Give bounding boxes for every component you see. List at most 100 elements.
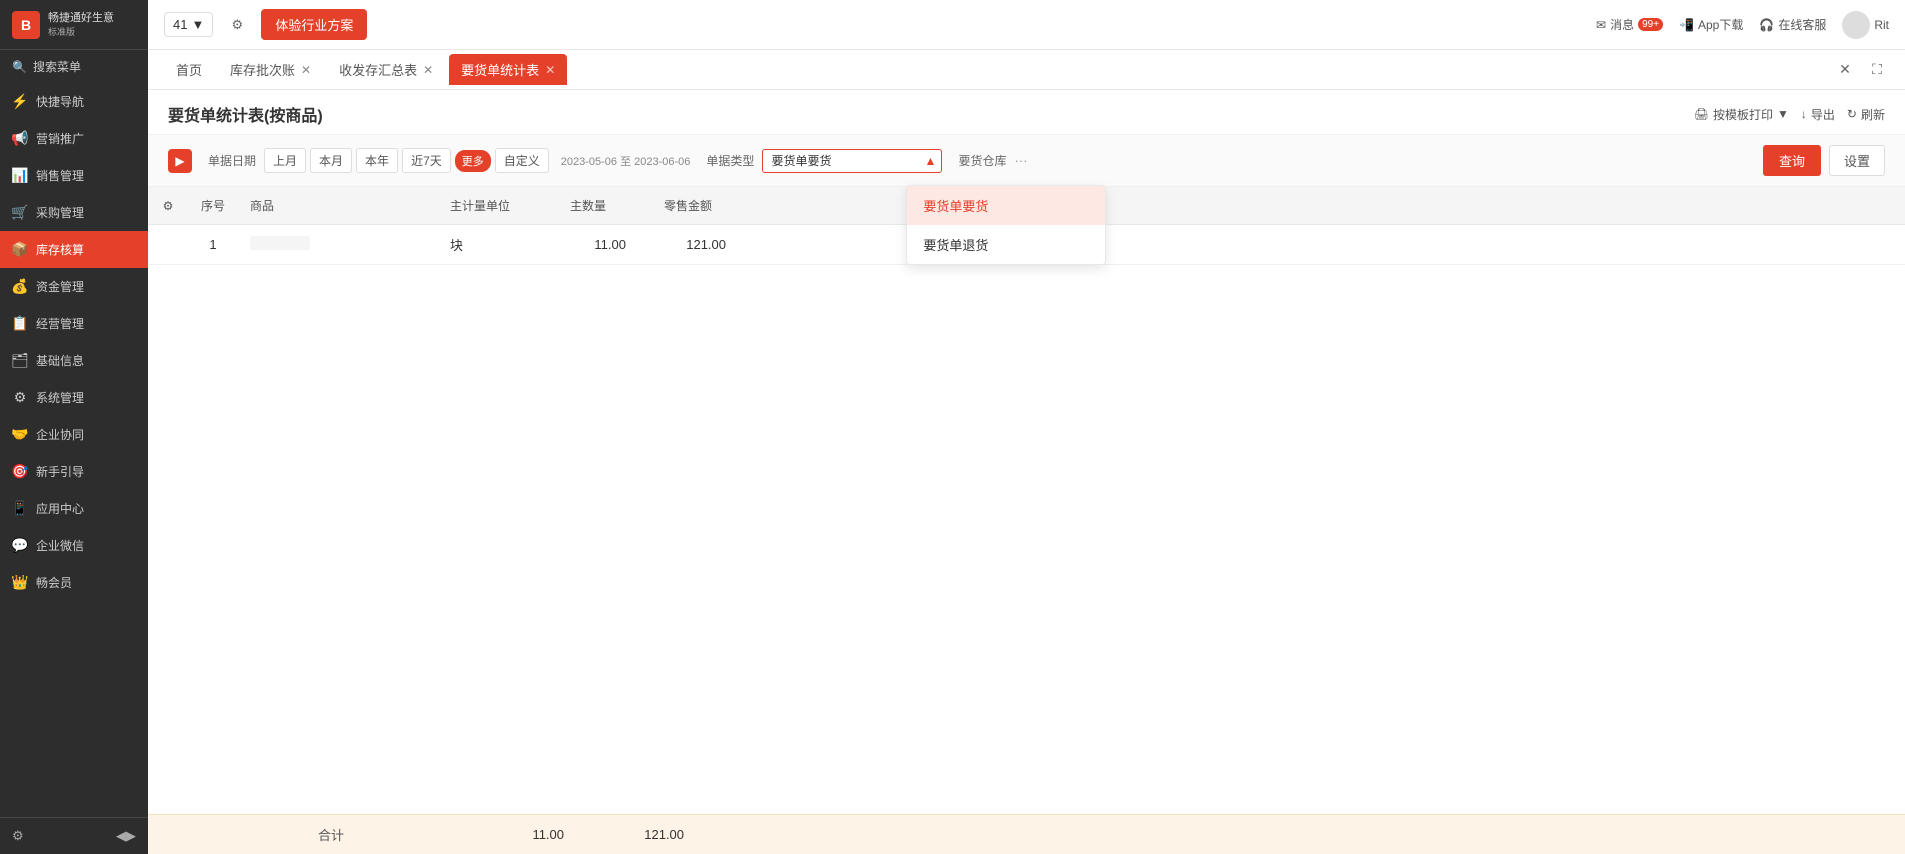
sidebar-item-wechat[interactable]: 💬 企业微信 xyxy=(0,527,148,564)
table-wrap: ⚙ 序号 商品 主计量单位 主数量 零售金额 1 xyxy=(148,187,1905,814)
print-chevron-icon: ▼ xyxy=(1777,107,1789,121)
sidebar-item-label: 新手引导 xyxy=(36,463,84,480)
sidebar-item-system[interactable]: ⚙ 系统管理 xyxy=(0,379,148,416)
date-prev-btn[interactable]: 上月 xyxy=(264,148,306,173)
tab-inventory-batch[interactable]: 库存批次账 ✕ xyxy=(218,54,323,85)
tab-close-all-icon[interactable]: ✕ xyxy=(1833,58,1857,82)
tab-inventory-batch-label: 库存批次账 xyxy=(230,60,295,79)
sidebar-item-apps[interactable]: 📱 应用中心 xyxy=(0,490,148,527)
sidebar-item-operations[interactable]: 📋 经营管理 xyxy=(0,305,148,342)
sidebar-item-label: 企业微信 xyxy=(36,537,84,554)
top-header: 41 ▼ ⚙ 体验行业方案 ✉ 消息 99+ 📲 App下载 🎧 在线客服 R xyxy=(148,0,1905,50)
row-amount-cell: 121.00 xyxy=(638,225,738,265)
date-curr-btn[interactable]: 本月 xyxy=(310,148,352,173)
inventory-icon: 📦 xyxy=(12,242,28,258)
export-action[interactable]: ↓ 导出 xyxy=(1801,106,1835,123)
refresh-icon: ↻ xyxy=(1847,107,1857,121)
date-more-btn[interactable]: 更多 xyxy=(455,150,491,172)
tab-request-stat-close[interactable]: ✕ xyxy=(545,63,555,77)
sidebar-item-purchase[interactable]: 🛒 采购管理 xyxy=(0,194,148,231)
type-filter-group: 单据类型 要货单要货 要货单退货 ▲ 要货单要货 要货单退货 xyxy=(706,149,942,173)
sales-icon: 📊 xyxy=(12,168,28,184)
sidebar-item-basic[interactable]: 🗂 基础信息 xyxy=(0,342,148,379)
finance-icon: 💰 xyxy=(12,279,28,295)
sidebar-collapse-icon[interactable]: ◀▶ xyxy=(116,828,136,844)
sidebar-item-cooperation[interactable]: 🤝 企业协同 xyxy=(0,416,148,453)
date-filter-group: 单据日期 上月 本月 本年 近7天 更多 自定义 2023-05-06 至 20… xyxy=(208,148,690,173)
row-unit-cell: 块 xyxy=(438,225,538,265)
tab-inventory-batch-close[interactable]: ✕ xyxy=(301,63,311,77)
tab-bar: 首页 库存批次账 ✕ 收发存汇总表 ✕ 要货单统计表 ✕ ✕ ⛶ xyxy=(148,50,1905,90)
sidebar-item-label: 营销推广 xyxy=(36,130,84,147)
tab-receive-summary-close[interactable]: ✕ xyxy=(423,63,433,77)
sidebar-item-label: 采购管理 xyxy=(36,204,84,221)
sidebar-item-label: 基础信息 xyxy=(36,352,84,369)
warehouse-label: 要货仓库 xyxy=(958,152,1006,169)
row-product-cell xyxy=(238,225,438,265)
page-title-actions: 🖨 按模板打印 ▼ ↓ 导出 ↻ 刷新 xyxy=(1694,106,1885,123)
sidebar-item-quick-nav[interactable]: ⚡ 快捷导航 xyxy=(0,83,148,120)
type-select-wrap: 要货单要货 要货单退货 ▲ xyxy=(762,149,942,173)
dropdown-option-return[interactable]: 要货单退货 xyxy=(907,225,1105,264)
sidebar: B 畅捷通好生意 标准版 🔍 搜索菜单 ⚡ 快捷导航 📢 营销推广 📊 销售管理… xyxy=(0,0,148,854)
sidebar-item-label: 库存核算 xyxy=(36,241,84,258)
app-name-wrap: 畅捷通好生意 标准版 xyxy=(48,11,114,38)
cooperation-icon: 🤝 xyxy=(12,427,28,443)
app-download-action[interactable]: 📲 App下载 xyxy=(1679,16,1743,33)
settings-btn[interactable]: 设置 xyxy=(1829,145,1885,176)
user-avatar-action[interactable]: Rit xyxy=(1842,11,1889,39)
sidebar-item-label: 系统管理 xyxy=(36,389,84,406)
type-select[interactable]: 要货单要货 要货单退货 xyxy=(762,149,942,173)
refresh-action[interactable]: ↻ 刷新 xyxy=(1847,106,1885,123)
sidebar-item-marketing[interactable]: 📢 营销推广 xyxy=(0,120,148,157)
basic-icon: 🗂 xyxy=(12,353,28,369)
quick-nav-icon: ⚡ xyxy=(12,94,28,110)
tab-maximize-icon[interactable]: ⛶ xyxy=(1865,58,1889,82)
vip-icon: 👑 xyxy=(12,575,28,591)
date-filter-label: 单据日期 xyxy=(208,152,256,169)
sidebar-settings-icon[interactable]: ⚙ xyxy=(12,828,24,844)
filter-expand-btn[interactable]: ▶ xyxy=(168,149,192,173)
tab-right-actions: ✕ ⛶ xyxy=(1833,58,1889,82)
messages-action[interactable]: ✉ 消息 99+ xyxy=(1596,16,1663,33)
tab-request-stat-label: 要货单统计表 xyxy=(461,60,539,79)
search-menu-item[interactable]: 🔍 搜索菜单 xyxy=(0,50,148,83)
sidebar-bottom: ⚙ ◀▶ xyxy=(0,817,148,854)
search-icon: 🔍 xyxy=(12,60,27,74)
sidebar-nav: ⚡ 快捷导航 📢 营销推广 📊 销售管理 🛒 采购管理 📦 库存核算 💰 资金管… xyxy=(0,83,148,817)
sidebar-item-inventory[interactable]: 📦 库存核算 xyxy=(0,231,148,268)
col-amount-header: 零售金额 xyxy=(638,187,738,225)
row-seq-cell: 1 xyxy=(188,225,238,265)
sidebar-item-guide[interactable]: 🎯 新手引导 xyxy=(0,453,148,490)
messages-badge: 99+ xyxy=(1638,18,1663,31)
company-selector[interactable]: 41 ▼ xyxy=(164,12,213,37)
sidebar-item-vip[interactable]: 👑 畅会员 xyxy=(0,564,148,601)
date-7days-btn[interactable]: 近7天 xyxy=(402,148,451,173)
type-dropdown-menu: 要货单要货 要货单退货 xyxy=(906,185,1106,265)
online-service-action[interactable]: 🎧 在线客服 xyxy=(1759,16,1826,33)
date-custom-btn[interactable]: 自定义 xyxy=(495,148,549,173)
tab-home[interactable]: 首页 xyxy=(164,54,214,85)
tab-receive-summary[interactable]: 收发存汇总表 ✕ xyxy=(327,54,445,85)
sidebar-item-label: 应用中心 xyxy=(36,500,84,517)
app-download-icon: 📲 xyxy=(1679,18,1694,32)
print-icon: 🖨 xyxy=(1694,107,1709,121)
date-year-btn[interactable]: 本年 xyxy=(356,148,398,173)
warehouse-more-icon[interactable]: ··· xyxy=(1014,153,1027,168)
tab-receive-summary-label: 收发存汇总表 xyxy=(339,60,417,79)
trial-btn[interactable]: 体验行业方案 xyxy=(261,9,367,40)
query-btn[interactable]: 查询 xyxy=(1763,145,1821,176)
print-action[interactable]: 🖨 按模板打印 ▼ xyxy=(1694,106,1789,123)
operations-icon: 📋 xyxy=(12,316,28,332)
col-product-header: 商品 xyxy=(238,187,438,225)
date-buttons: 上月 本月 本年 近7天 更多 自定义 xyxy=(264,148,549,173)
sidebar-item-label: 经营管理 xyxy=(36,315,84,332)
sidebar-item-finance[interactable]: 💰 资金管理 xyxy=(0,268,148,305)
dropdown-option-order[interactable]: 要货单要货 xyxy=(907,186,1105,225)
tab-request-stat[interactable]: 要货单统计表 ✕ xyxy=(449,54,567,85)
settings-icon[interactable]: ⚙ xyxy=(163,199,174,213)
sidebar-item-sales[interactable]: 📊 销售管理 xyxy=(0,157,148,194)
sidebar-item-label: 企业协同 xyxy=(36,426,84,443)
top-settings-icon[interactable]: ⚙ xyxy=(225,13,249,37)
app-logo-icon: B xyxy=(12,11,40,39)
